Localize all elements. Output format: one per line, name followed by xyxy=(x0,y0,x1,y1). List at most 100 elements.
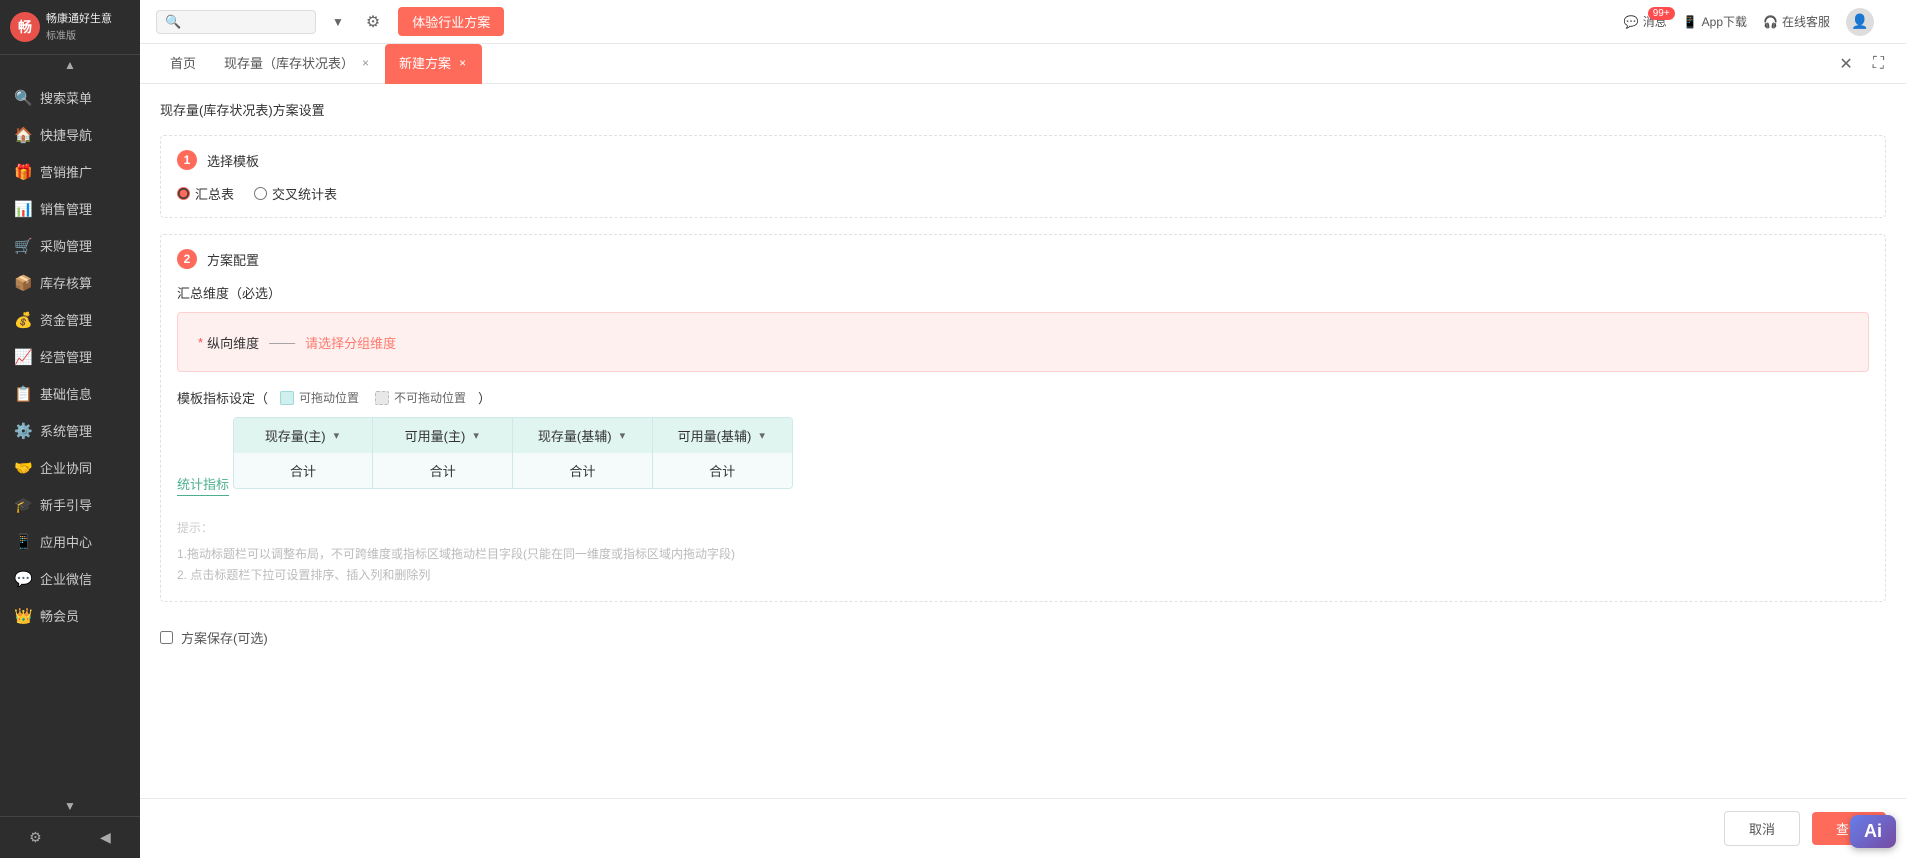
template-radio-group: 汇总表 交叉统计表 xyxy=(177,184,1869,203)
sidebar-item-inventory[interactable]: 📦 库存核算 xyxy=(0,264,140,301)
sidebar-item-label: 资金管理 xyxy=(40,310,92,329)
window-close-btn[interactable]: ✕ xyxy=(1833,52,1858,76)
logo-sub: 标准版 xyxy=(46,27,112,42)
sidebar-settings-btn[interactable]: ⚙ xyxy=(21,825,50,850)
dimension-required-star: * xyxy=(198,335,203,350)
sidebar-item-apps[interactable]: 📱 应用中心 xyxy=(0,523,140,560)
footer-bar: 取消 查询 xyxy=(140,798,1906,858)
tab-inventory-close[interactable]: × xyxy=(360,56,371,70)
service-label: 在线客服 xyxy=(1782,13,1830,30)
trend-icon: 📈 xyxy=(14,348,32,366)
legend-fixed: 不可拖动位置 xyxy=(375,389,466,406)
radio-cross-input[interactable] xyxy=(254,187,267,200)
stats-col-3-label: 可用量(基辅) xyxy=(678,426,752,445)
sidebar-logo: 畅 畅康通好生意 标准版 xyxy=(0,0,140,55)
ai-float-button[interactable]: Ai xyxy=(1850,815,1896,848)
topbar-industry-btn[interactable]: 体验行业方案 xyxy=(398,7,504,36)
save-option: 方案保存(可选) xyxy=(160,618,1886,657)
avatar-icon: 👤 xyxy=(1851,13,1868,30)
window-controls: ✕ ⛶ xyxy=(1833,52,1890,76)
sidebar-item-label: 基础信息 xyxy=(40,384,92,403)
sidebar-item-label: 系统管理 xyxy=(40,421,92,440)
legend-fixed-label: 不可拖动位置 xyxy=(394,389,466,406)
stats-col-0-dropdown[interactable]: ▾ xyxy=(332,428,342,443)
stats-label: 统计指标 xyxy=(177,474,229,496)
section-scheme: 2 方案配置 汇总维度（必选） * 纵向维度 —— 请选择分组维度 模板指标设定… xyxy=(160,234,1886,602)
topbar-avatar[interactable]: 👤 xyxy=(1846,8,1874,36)
indicator-label: 模板指标设定（ 可拖动位置 不可拖动位置 ） xyxy=(177,388,1869,407)
topbar-dropdown-btn[interactable]: ▼ xyxy=(328,13,348,31)
stats-col-0: 现存量(主) ▾ xyxy=(234,418,374,453)
stats-col-1-label: 可用量(主) xyxy=(405,426,466,445)
sidebar-item-purchase[interactable]: 🛒 采购管理 xyxy=(0,227,140,264)
topbar-service-btn[interactable]: 🎧 在线客服 xyxy=(1763,13,1830,30)
dimension-area[interactable]: * 纵向维度 —— 请选择分组维度 xyxy=(177,312,1869,372)
section1-title: 选择模板 xyxy=(207,151,259,170)
topbar-right: 💬 消息 99+ 📱 App下载 🎧 在线客服 👤 xyxy=(1624,8,1890,36)
tab-inventory[interactable]: 现存量（库存状况表） × xyxy=(210,44,385,84)
sidebar-item-nav[interactable]: 🏠 快捷导航 xyxy=(0,116,140,153)
topbar-message-btn[interactable]: 💬 消息 99+ xyxy=(1624,13,1667,30)
main-area: 🔍 ▼ ⚙ 体验行业方案 💬 消息 99+ 📱 App下载 🎧 在线客服 👤 xyxy=(140,0,1906,858)
tab-new-scheme[interactable]: 新建方案 × xyxy=(385,44,482,84)
sidebar-item-member[interactable]: 👑 畅会员 xyxy=(0,597,140,634)
sidebar-item-sales[interactable]: 📊 销售管理 xyxy=(0,190,140,227)
sidebar-item-system[interactable]: ⚙️ 系统管理 xyxy=(0,412,140,449)
sidebar-item-label: 应用中心 xyxy=(40,532,92,551)
radio-cross[interactable]: 交叉统计表 xyxy=(254,184,337,203)
stats-col-3-dropdown[interactable]: ▾ xyxy=(757,428,767,443)
save-checkbox[interactable] xyxy=(160,631,173,644)
stats-cell-1: 合计 xyxy=(373,453,513,488)
cancel-button[interactable]: 取消 xyxy=(1724,811,1800,846)
tab-new-scheme-close[interactable]: × xyxy=(457,56,468,70)
sidebar-item-collab[interactable]: 🤝 企业协同 xyxy=(0,449,140,486)
sidebar-item-marketing[interactable]: 🎁 营销推广 xyxy=(0,153,140,190)
stats-col-2-dropdown[interactable]: ▾ xyxy=(618,428,628,443)
section2-title: 方案配置 xyxy=(207,250,259,269)
sidebar-sound-btn[interactable]: ◀ xyxy=(92,825,119,850)
sidebar-item-label: 搜索菜单 xyxy=(40,88,92,107)
dimension-placeholder: 请选择分组维度 xyxy=(305,333,396,352)
chat-icon: 💬 xyxy=(14,570,32,588)
stats-table-body: 合计 合计 合计 合计 xyxy=(234,453,792,488)
tabs-bar: 首页 现存量（库存状况表） × 新建方案 × ✕ ⛶ xyxy=(140,44,1906,84)
mobile-icon: 📱 xyxy=(14,533,32,551)
tab-home-label: 首页 xyxy=(170,53,196,72)
sidebar-item-wechat[interactable]: 💬 企业微信 xyxy=(0,560,140,597)
sidebar-item-finance[interactable]: 💰 资金管理 xyxy=(0,301,140,338)
sidebar-scroll-down[interactable]: ▼ xyxy=(0,796,140,816)
sidebar-item-guide[interactable]: 🎓 新手引导 xyxy=(0,486,140,523)
stats-col-0-label: 现存量(主) xyxy=(265,426,326,445)
radio-summary[interactable]: 汇总表 xyxy=(177,184,234,203)
indicator-section: 模板指标设定（ 可拖动位置 不可拖动位置 ） 统计指标 xyxy=(177,388,1869,587)
dimension-subsection-label: 汇总维度（必选） xyxy=(177,283,1869,302)
dimension-dash: —— xyxy=(269,335,295,350)
section1-number: 1 xyxy=(177,150,197,170)
tab-home[interactable]: 首页 xyxy=(156,44,210,84)
radio-cross-label: 交叉统计表 xyxy=(272,184,337,203)
stats-col-2-label: 现存量(基辅) xyxy=(538,426,612,445)
radio-summary-input[interactable] xyxy=(177,187,190,200)
topbar-app-btn[interactable]: 📱 App下载 xyxy=(1683,13,1747,30)
sidebar-item-management[interactable]: 📈 经营管理 xyxy=(0,338,140,375)
list-icon: 📋 xyxy=(14,385,32,403)
sidebar-item-label: 营销推广 xyxy=(40,162,92,181)
sidebar-item-basic[interactable]: 📋 基础信息 xyxy=(0,375,140,412)
chart-icon: 📊 xyxy=(14,200,32,218)
search-icon: 🔍 xyxy=(165,14,181,30)
indicator-label-text: 模板指标设定（ xyxy=(177,388,268,407)
section-template: 1 选择模板 汇总表 交叉统计表 xyxy=(160,135,1886,218)
sidebar-nav: 🔍 搜索菜单 🏠 快捷导航 🎁 营销推广 📊 销售管理 🛒 采购管理 📦 库存核… xyxy=(0,75,140,796)
message-icon: 💬 xyxy=(1624,15,1639,29)
sidebar-item-label: 畅会员 xyxy=(40,606,79,625)
legend-draggable-box xyxy=(280,391,294,405)
stats-col-1-dropdown[interactable]: ▾ xyxy=(471,428,481,443)
legend-draggable-label: 可拖动位置 xyxy=(299,389,359,406)
search-input[interactable] xyxy=(187,15,297,29)
stats-cell-2: 合计 xyxy=(513,453,653,488)
sidebar-item-search[interactable]: 🔍 搜索菜单 xyxy=(0,79,140,116)
window-expand-btn[interactable]: ⛶ xyxy=(1867,52,1890,76)
sidebar-scroll-up[interactable]: ▲ xyxy=(0,55,140,75)
topbar-gear-btn[interactable]: ⚙ xyxy=(360,10,386,34)
tips-title: 提示： xyxy=(177,518,1869,540)
